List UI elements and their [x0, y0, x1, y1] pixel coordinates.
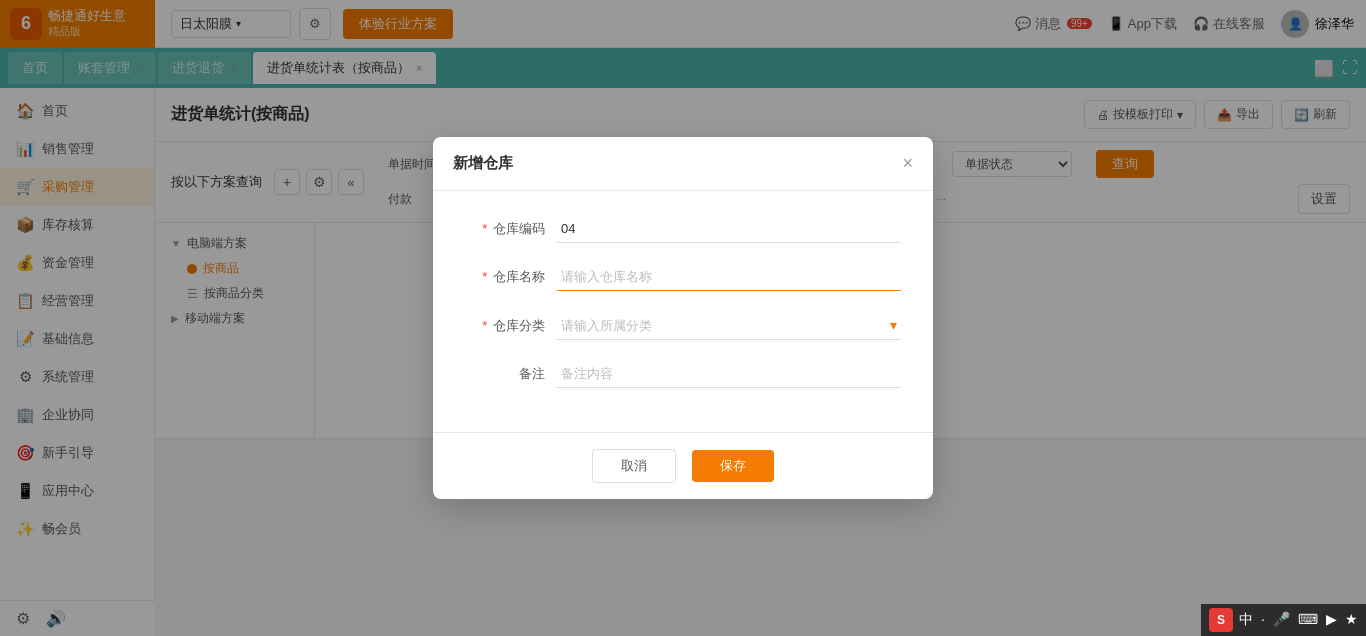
save-button[interactable]: 保存 — [692, 450, 774, 482]
cancel-button[interactable]: 取消 — [592, 449, 676, 483]
modal-overlay[interactable]: 新增仓库 × * 仓库编码 * 仓库名称 — [0, 0, 1366, 636]
required-star: * — [482, 221, 487, 236]
modal-close-button[interactable]: × — [902, 153, 913, 174]
category-dropdown-icon[interactable]: ▾ — [890, 317, 897, 333]
footer-action-icons: 中 · 🎤 ⌨ ▶ ★ — [1239, 611, 1358, 629]
warehouse-name-input[interactable] — [557, 263, 901, 291]
warehouse-category-input[interactable] — [561, 318, 890, 333]
footer-cn-icon[interactable]: 中 — [1239, 611, 1253, 629]
brand-s-icon: S — [1209, 608, 1233, 632]
modal-body: * 仓库编码 * 仓库名称 * 仓库分类 — [433, 191, 933, 432]
remark-input[interactable] — [557, 360, 901, 388]
required-star-3: * — [482, 318, 487, 333]
form-row-warehouse-category: * 仓库分类 ▾ — [465, 311, 901, 340]
form-row-warehouse-code: * 仓库编码 — [465, 215, 901, 243]
warehouse-category-select[interactable]: ▾ — [557, 311, 901, 340]
footer-mic-icon[interactable]: 🎤 — [1273, 611, 1290, 629]
warehouse-name-label: * 仓库名称 — [465, 268, 545, 286]
required-star-2: * — [482, 269, 487, 284]
form-row-warehouse-name: * 仓库名称 — [465, 263, 901, 291]
modal-title: 新增仓库 — [453, 154, 513, 173]
warehouse-code-input[interactable] — [557, 215, 901, 243]
footer-dot-icon[interactable]: · — [1261, 611, 1265, 629]
footer-play-icon[interactable]: ▶ — [1326, 611, 1337, 629]
modal-footer: 取消 保存 — [433, 432, 933, 499]
warehouse-category-label: * 仓库分类 — [465, 317, 545, 335]
footer-keyboard-icon[interactable]: ⌨ — [1298, 611, 1318, 629]
footer-brand-bar: S 中 · 🎤 ⌨ ▶ ★ — [1201, 604, 1366, 636]
remark-label: 备注 — [465, 365, 545, 383]
footer-star-icon[interactable]: ★ — [1345, 611, 1358, 629]
form-row-remark: 备注 — [465, 360, 901, 388]
modal-header: 新增仓库 × — [433, 137, 933, 191]
new-warehouse-modal: 新增仓库 × * 仓库编码 * 仓库名称 — [433, 137, 933, 499]
warehouse-code-label: * 仓库编码 — [465, 220, 545, 238]
